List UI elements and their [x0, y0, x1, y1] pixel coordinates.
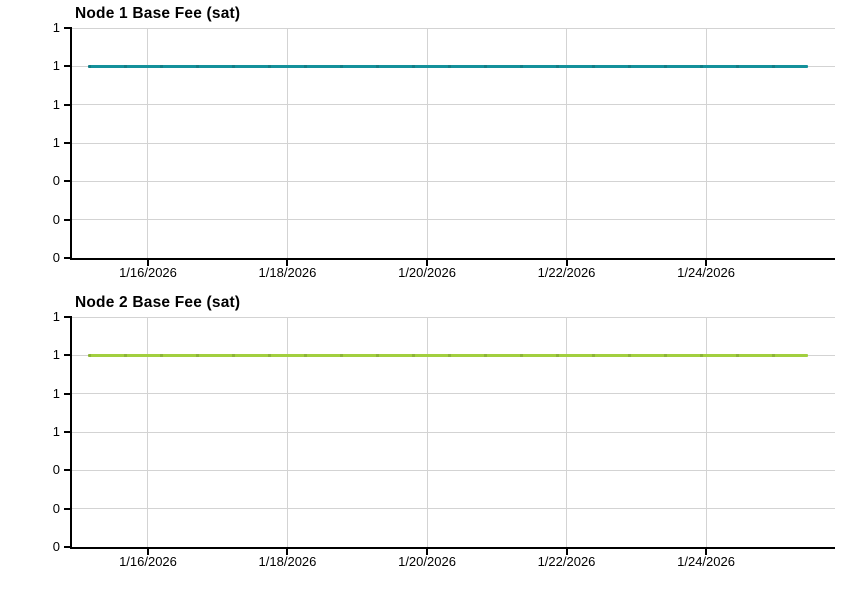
charts-page: Node 1 Base Fee (sat) 1 1 1 1 0 0 0 1/16/2026 1/… — [0, 0, 860, 600]
horizontal-gridline — [72, 142, 835, 144]
y-axis-tick — [64, 27, 72, 29]
vertical-gridline — [147, 28, 149, 258]
x-axis-tick-label: 1/20/2026 — [398, 265, 456, 280]
vertical-gridline — [426, 317, 428, 547]
horizontal-gridline — [72, 508, 835, 510]
vertical-gridline — [147, 317, 149, 547]
horizontal-gridline — [72, 393, 835, 395]
y-axis-tick-label: 0 — [52, 173, 60, 189]
y-axis-tick — [64, 142, 72, 144]
chart-node2-plot-area: 1 1 1 1 0 0 0 1/16/2026 1/18/2026 1/20/2026 1/22/2… — [53, 309, 835, 569]
y-axis-tick — [64, 65, 72, 68]
y-axis-tick-label: 1 — [52, 96, 60, 112]
horizontal-gridline — [72, 219, 835, 221]
y-axis-tick — [64, 257, 72, 259]
y-axis-tick-label: 1 — [52, 424, 60, 439]
y-axis-tick — [64, 103, 72, 106]
vertical-gridline — [286, 317, 288, 547]
x-axis-tick-label: 1/22/2026 — [537, 265, 596, 280]
x-axis-tick-label: 1/22/2026 — [537, 554, 596, 569]
y-axis-tick — [64, 469, 72, 472]
horizontal-gridline — [72, 27, 835, 29]
vertical-gridline — [566, 317, 567, 547]
y-axis-tick-label: 1 — [52, 58, 60, 74]
y-axis-tick-label: 1 — [52, 135, 60, 150]
horizontal-gridline — [72, 469, 835, 471]
y-axis-tick — [64, 392, 72, 395]
y-axis-tick-label: 0 — [52, 250, 60, 265]
y-axis-tick-label: 0 — [52, 539, 60, 554]
y-axis-tick-label: 0 — [52, 211, 60, 227]
y-axis-tick — [64, 507, 72, 510]
horizontal-gridline — [72, 180, 835, 182]
y-axis-tick — [64, 546, 72, 548]
horizontal-gridline — [72, 104, 835, 106]
chart-node1-plot-area: 1 1 1 1 0 0 0 1/16/2026 1/18/2026 1/20/2026 1/22/2… — [53, 20, 835, 280]
chart-node1-title: Node 1 Base Fee (sat) — [75, 5, 241, 22]
x-axis-tick-label: 1/16/2026 — [119, 554, 177, 569]
vertical-gridline — [705, 28, 707, 258]
y-axis-tick-label: 0 — [52, 462, 60, 478]
vertical-gridline — [286, 28, 288, 258]
y-axis-tick — [64, 316, 72, 318]
vertical-gridline — [566, 28, 567, 258]
x-axis-tick-label: 1/20/2026 — [398, 554, 456, 569]
chart-node2-base-fee: Node 2 Base Fee (sat) 1 1 1 1 0 0 0 1/16/2026 1/… — [0, 289, 860, 600]
series-line-node-1-base-fee — [88, 64, 808, 68]
y-axis-tick — [64, 180, 72, 183]
horizontal-gridline — [72, 431, 835, 433]
y-axis-tick-label: 1 — [52, 347, 60, 363]
horizontal-gridline — [72, 316, 835, 318]
y-axis-tick-label: 1 — [52, 309, 60, 324]
y-axis-tick-label: 1 — [52, 385, 60, 401]
chart-node1-base-fee: Node 1 Base Fee (sat) 1 1 1 1 0 0 0 1/16/2026 1/… — [0, 0, 860, 289]
x-axis-tick-label: 1/24/2026 — [677, 554, 735, 569]
y-axis-tick — [64, 431, 72, 433]
y-axis-tick-label: 1 — [52, 20, 60, 35]
y-axis-tick — [64, 354, 72, 357]
chart-node2-title: Node 2 Base Fee (sat) — [75, 294, 241, 311]
series-line-node-2-base-fee — [88, 353, 808, 357]
vertical-gridline — [705, 317, 707, 547]
y-axis-tick — [64, 218, 72, 221]
vertical-gridline — [426, 28, 428, 258]
x-axis-tick-label: 1/16/2026 — [119, 265, 177, 280]
x-axis-tick-label: 1/18/2026 — [258, 554, 317, 569]
x-axis-tick-label: 1/24/2026 — [677, 265, 735, 280]
y-axis-tick-label: 0 — [52, 500, 60, 516]
x-axis-tick-label: 1/18/2026 — [258, 265, 317, 280]
